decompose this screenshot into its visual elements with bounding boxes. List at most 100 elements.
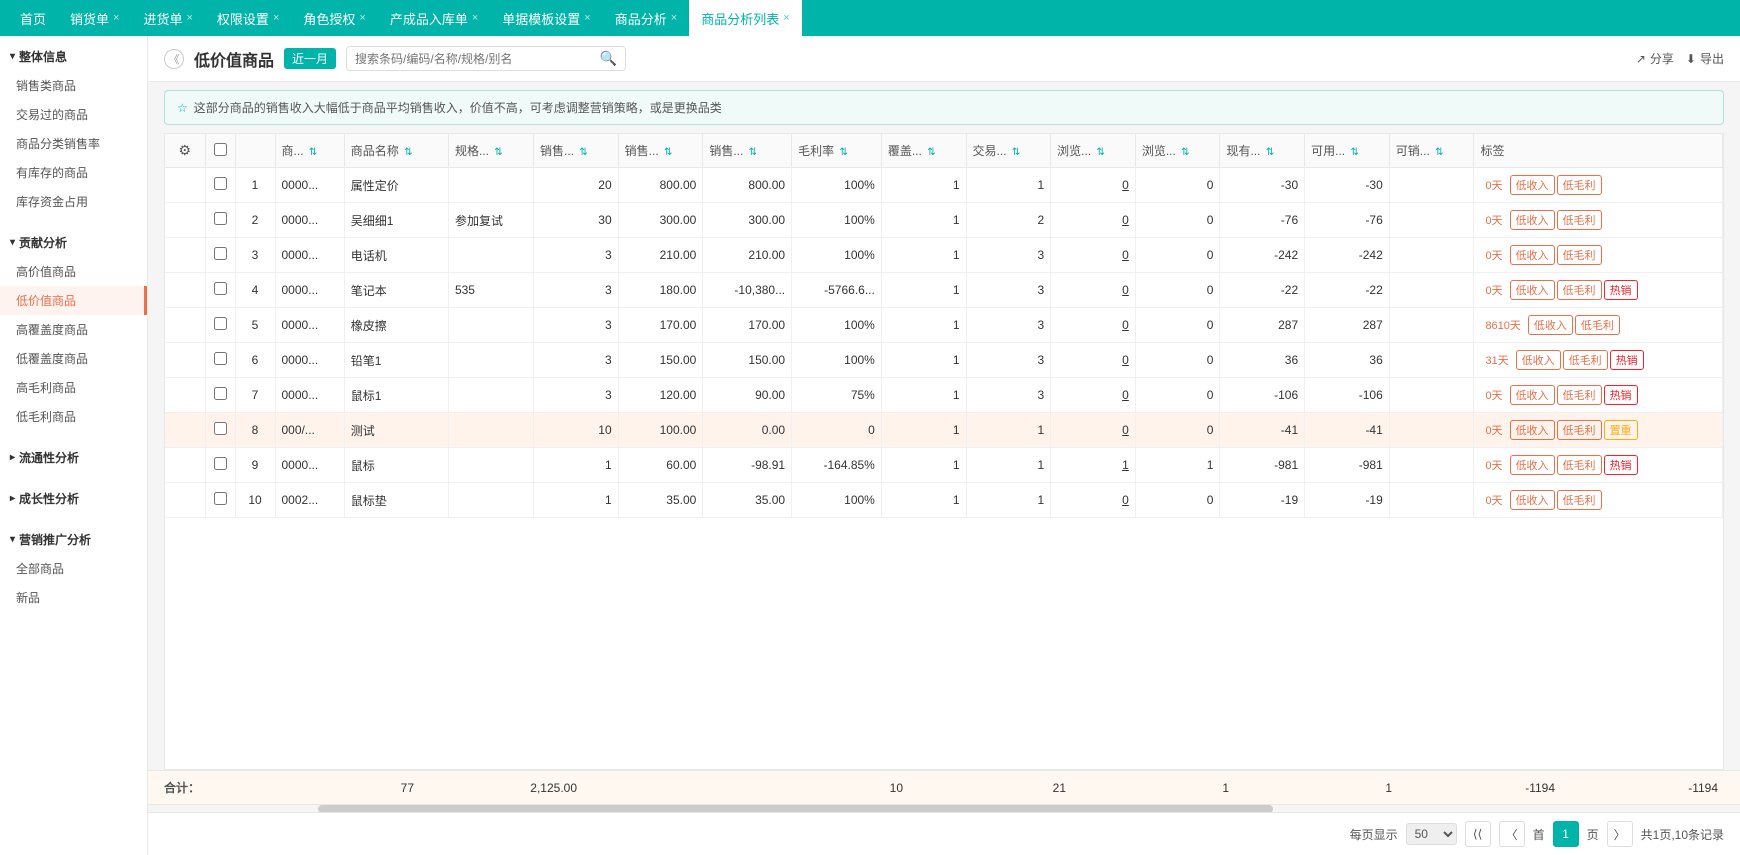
sidebar-item-low-coverage[interactable]: 低覆盖度商品 xyxy=(0,344,147,373)
col-browse2[interactable]: 浏览... ⇅ xyxy=(1135,134,1220,168)
row-checkbox[interactable] xyxy=(214,422,227,435)
sidebar-item-stock-capital[interactable]: 库存资金占用 xyxy=(0,187,147,216)
nav-role-auth[interactable]: 角色授权 × xyxy=(291,0,377,36)
scrollbar-area[interactable] xyxy=(148,804,1740,812)
row-checkbox[interactable] xyxy=(214,352,227,365)
browse-link[interactable]: 0 xyxy=(1122,318,1129,332)
cell-checkbox[interactable] xyxy=(205,203,235,238)
sidebar-item-low-margin[interactable]: 低毛利商品 xyxy=(0,402,147,431)
col-gross-margin[interactable]: 毛利率 ⇅ xyxy=(792,134,882,168)
sidebar-group-contribution[interactable]: ▾ 贡献分析 xyxy=(0,228,147,257)
cell-sales-price: 35.00 xyxy=(618,483,703,518)
col-name[interactable]: 商品名称 ⇅ xyxy=(344,134,448,168)
nav-permissions[interactable]: 权限设置 × xyxy=(205,0,291,36)
current-page[interactable]: 1 xyxy=(1553,821,1579,847)
cell-browse1[interactable]: 0 xyxy=(1051,273,1136,308)
nav-purchase-order[interactable]: 进货单 × xyxy=(131,0,204,36)
cell-browse1[interactable]: 0 xyxy=(1051,308,1136,343)
row-checkbox[interactable] xyxy=(214,457,227,470)
search-icon[interactable]: 🔍 xyxy=(600,50,617,67)
cell-checkbox[interactable] xyxy=(205,378,235,413)
cell-browse1[interactable]: 0 xyxy=(1051,343,1136,378)
cell-checkbox[interactable] xyxy=(205,448,235,483)
share-btn[interactable]: ↗ 分享 xyxy=(1636,50,1674,67)
sidebar-group-overall[interactable]: ▾ 整体信息 xyxy=(0,42,147,71)
prev-page-btn[interactable]: 〈 xyxy=(1499,821,1525,847)
nav-product-analysis[interactable]: 商品分析 × xyxy=(603,0,689,36)
cell-checkbox[interactable] xyxy=(205,343,235,378)
select-all-checkbox[interactable] xyxy=(214,143,227,156)
nav-template-settings[interactable]: 单据模板设置 × xyxy=(490,0,602,36)
row-checkbox[interactable] xyxy=(214,212,227,225)
sidebar-item-high-margin[interactable]: 高毛利商品 xyxy=(0,373,147,402)
sidebar-group-circulation[interactable]: ▸ 流通性分析 xyxy=(0,443,147,472)
row-checkbox[interactable] xyxy=(214,317,227,330)
browse-link[interactable]: 1 xyxy=(1122,458,1129,472)
cell-browse1[interactable]: 0 xyxy=(1051,413,1136,448)
browse-link[interactable]: 0 xyxy=(1122,283,1129,297)
cell-checkbox[interactable] xyxy=(205,238,235,273)
row-checkbox[interactable] xyxy=(214,387,227,400)
col-sales-qty[interactable]: 销售... ⇅ xyxy=(534,134,619,168)
sidebar-item-high-coverage[interactable]: 高覆盖度商品 xyxy=(0,315,147,344)
sidebar-group-marketing[interactable]: ▾ 营销推广分析 xyxy=(0,525,147,554)
row-checkbox[interactable] xyxy=(214,247,227,260)
col-available[interactable]: 可用... ⇅ xyxy=(1305,134,1390,168)
browse-link[interactable]: 0 xyxy=(1122,213,1129,227)
next-page-btn[interactable]: 〉 xyxy=(1607,821,1633,847)
cell-browse1[interactable]: 0 xyxy=(1051,203,1136,238)
col-gear[interactable]: ⚙ xyxy=(165,134,205,168)
col-checkbox[interactable] xyxy=(205,134,235,168)
col-sales-amount[interactable]: 销售... ⇅ xyxy=(703,134,792,168)
collapse-sidebar-btn[interactable]: 《 xyxy=(164,49,184,69)
cell-browse1[interactable]: 0 xyxy=(1051,378,1136,413)
browse-link[interactable]: 0 xyxy=(1122,178,1129,192)
cell-browse1[interactable]: 0 xyxy=(1051,483,1136,518)
browse-link[interactable]: 0 xyxy=(1122,248,1129,262)
nav-sales-order[interactable]: 销货单 × xyxy=(58,0,131,36)
cell-checkbox[interactable] xyxy=(205,413,235,448)
period-btn[interactable]: 近一月 xyxy=(284,48,336,69)
col-transaction[interactable]: 交易... ⇅ xyxy=(966,134,1051,168)
browse-link[interactable]: 0 xyxy=(1122,493,1129,507)
sidebar-item-low-value[interactable]: 低价值商品 xyxy=(0,286,147,315)
cell-browse1[interactable]: 0 xyxy=(1051,168,1136,203)
cell-checkbox[interactable] xyxy=(205,308,235,343)
row-checkbox[interactable] xyxy=(214,492,227,505)
gear-icon[interactable]: ⚙ xyxy=(178,142,191,158)
col-code[interactable]: 商... ⇅ xyxy=(275,134,344,168)
browse-link[interactable]: 0 xyxy=(1122,353,1129,367)
cell-sellable xyxy=(1389,168,1474,203)
cell-checkbox[interactable] xyxy=(205,273,235,308)
sidebar-item-sales-products[interactable]: 销售类商品 xyxy=(0,71,147,100)
sidebar-group-growth[interactable]: ▸ 成长性分析 xyxy=(0,484,147,513)
cell-checkbox[interactable] xyxy=(205,483,235,518)
nav-home[interactable]: 首页 xyxy=(8,0,58,36)
sidebar-item-new-products[interactable]: 新品 xyxy=(0,583,147,612)
row-checkbox[interactable] xyxy=(214,177,227,190)
nav-product-inbound[interactable]: 产成品入库单 × xyxy=(378,0,490,36)
cell-browse1[interactable]: 1 xyxy=(1051,448,1136,483)
export-btn[interactable]: ⬇ 导出 xyxy=(1686,50,1724,67)
search-input[interactable] xyxy=(355,52,600,66)
browse-link[interactable]: 0 xyxy=(1122,388,1129,402)
browse-link[interactable]: 0 xyxy=(1122,423,1129,437)
sidebar-item-high-value[interactable]: 高价值商品 xyxy=(0,257,147,286)
col-coverage[interactable]: 覆盖... ⇅ xyxy=(881,134,966,168)
col-browse1[interactable]: 浏览... ⇅ xyxy=(1051,134,1136,168)
col-sales-price[interactable]: 销售... ⇅ xyxy=(618,134,703,168)
nav-product-analysis-list[interactable]: 商品分析列表 × xyxy=(689,0,801,36)
first-page-btn[interactable]: ⟨⟨ xyxy=(1465,821,1491,847)
table-container[interactable]: ⚙ 商... ⇅ 商品名称 ⇅ 规格... ⇅ 销售... ⇅ 销售... ⇅ … xyxy=(164,133,1724,770)
col-sellable[interactable]: 可销... ⇅ xyxy=(1389,134,1474,168)
sidebar-item-category-rate[interactable]: 商品分类销售率 xyxy=(0,129,147,158)
cell-checkbox[interactable] xyxy=(205,168,235,203)
sidebar-item-stock-products[interactable]: 有库存的商品 xyxy=(0,158,147,187)
row-checkbox[interactable] xyxy=(214,282,227,295)
sidebar-item-all-products[interactable]: 全部商品 xyxy=(0,554,147,583)
cell-browse1[interactable]: 0 xyxy=(1051,238,1136,273)
per-page-select[interactable]: 50 100 200 xyxy=(1406,823,1457,845)
col-current-stock[interactable]: 现有... ⇅ xyxy=(1220,134,1305,168)
col-spec[interactable]: 规格... ⇅ xyxy=(448,134,533,168)
sidebar-item-traded-products[interactable]: 交易过的商品 xyxy=(0,100,147,129)
